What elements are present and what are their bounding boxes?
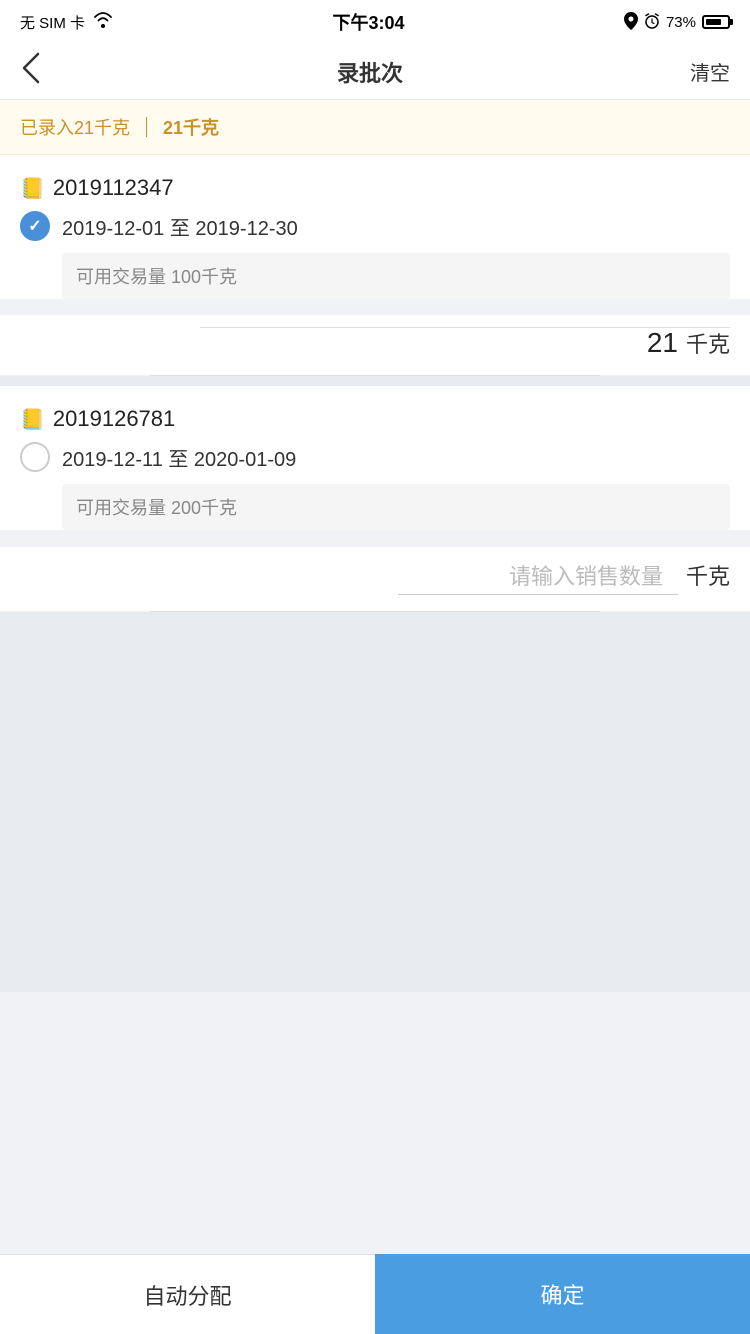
nav-bar: 录批次 清空: [0, 44, 750, 100]
confirm-button[interactable]: 确定: [375, 1254, 750, 1334]
bottom-bar: 自动分配 确定: [0, 1254, 750, 1334]
batch-2-id: 2019126781: [53, 406, 175, 432]
batch-2-date: 2019-12-11 至 2020-01-09: [62, 443, 296, 472]
status-bar: 无 SIM 卡 下午3:04 73%: [0, 0, 750, 44]
batch-card-2: 📒 2019126781 2019-12-11 至 2020-01-09 可用交…: [0, 386, 750, 530]
back-button[interactable]: [12, 42, 50, 101]
batch-1-availability: 可用交易量 100千克: [62, 253, 730, 299]
batch-1-date: 2019-12-01 至 2019-12-30: [62, 212, 298, 241]
sim-text: 无 SIM 卡: [20, 12, 85, 33]
batch-1-date-row[interactable]: 2019-12-01 至 2019-12-30: [20, 211, 730, 241]
alarm-icon: [644, 13, 660, 32]
quantity-input[interactable]: [398, 564, 678, 595]
battery-percent: 73%: [666, 14, 696, 31]
summary-bar: 已录入21千克 21千克: [0, 100, 750, 155]
clear-button[interactable]: 清空: [690, 57, 730, 86]
batch-2-icon: 📒: [20, 407, 45, 432]
batch-1-radio[interactable]: [20, 211, 50, 241]
batch-1-header: 📒 2019112347: [20, 175, 730, 201]
page-title: 录批次: [337, 56, 403, 88]
batch-1-amount: 21: [647, 327, 678, 359]
batch-2-date-row[interactable]: 2019-12-11 至 2020-01-09: [20, 442, 730, 472]
summary-value: 21千克: [163, 114, 219, 140]
batch-2-header: 📒 2019126781: [20, 406, 730, 432]
batch-2-availability: 可用交易量 200千克: [62, 484, 730, 530]
batch-2-input-row[interactable]: 千克: [0, 546, 750, 611]
gray-area: [0, 612, 750, 992]
section-divider: [0, 376, 750, 386]
summary-divider: [146, 117, 147, 137]
batch-1-amount-row: 21 千克: [0, 315, 750, 375]
status-time: 下午3:04: [332, 9, 404, 35]
location-icon: [624, 12, 638, 33]
status-left: 无 SIM 卡: [20, 12, 113, 33]
recorded-label: 已录入21千克: [20, 114, 130, 140]
auto-distribute-button[interactable]: 自动分配: [0, 1254, 375, 1334]
battery-icon: [702, 15, 730, 29]
batch-1-id: 2019112347: [53, 175, 174, 201]
batch-1-icon: 📒: [20, 176, 45, 201]
wifi-icon: [93, 12, 113, 32]
batch-2-unit: 千克: [686, 559, 730, 591]
batch-1-unit: 千克: [686, 327, 730, 359]
batch-card-1: 📒 2019112347 2019-12-01 至 2019-12-30 可用交…: [0, 155, 750, 299]
status-right: 73%: [624, 12, 730, 33]
batch-2-radio[interactable]: [20, 442, 50, 472]
